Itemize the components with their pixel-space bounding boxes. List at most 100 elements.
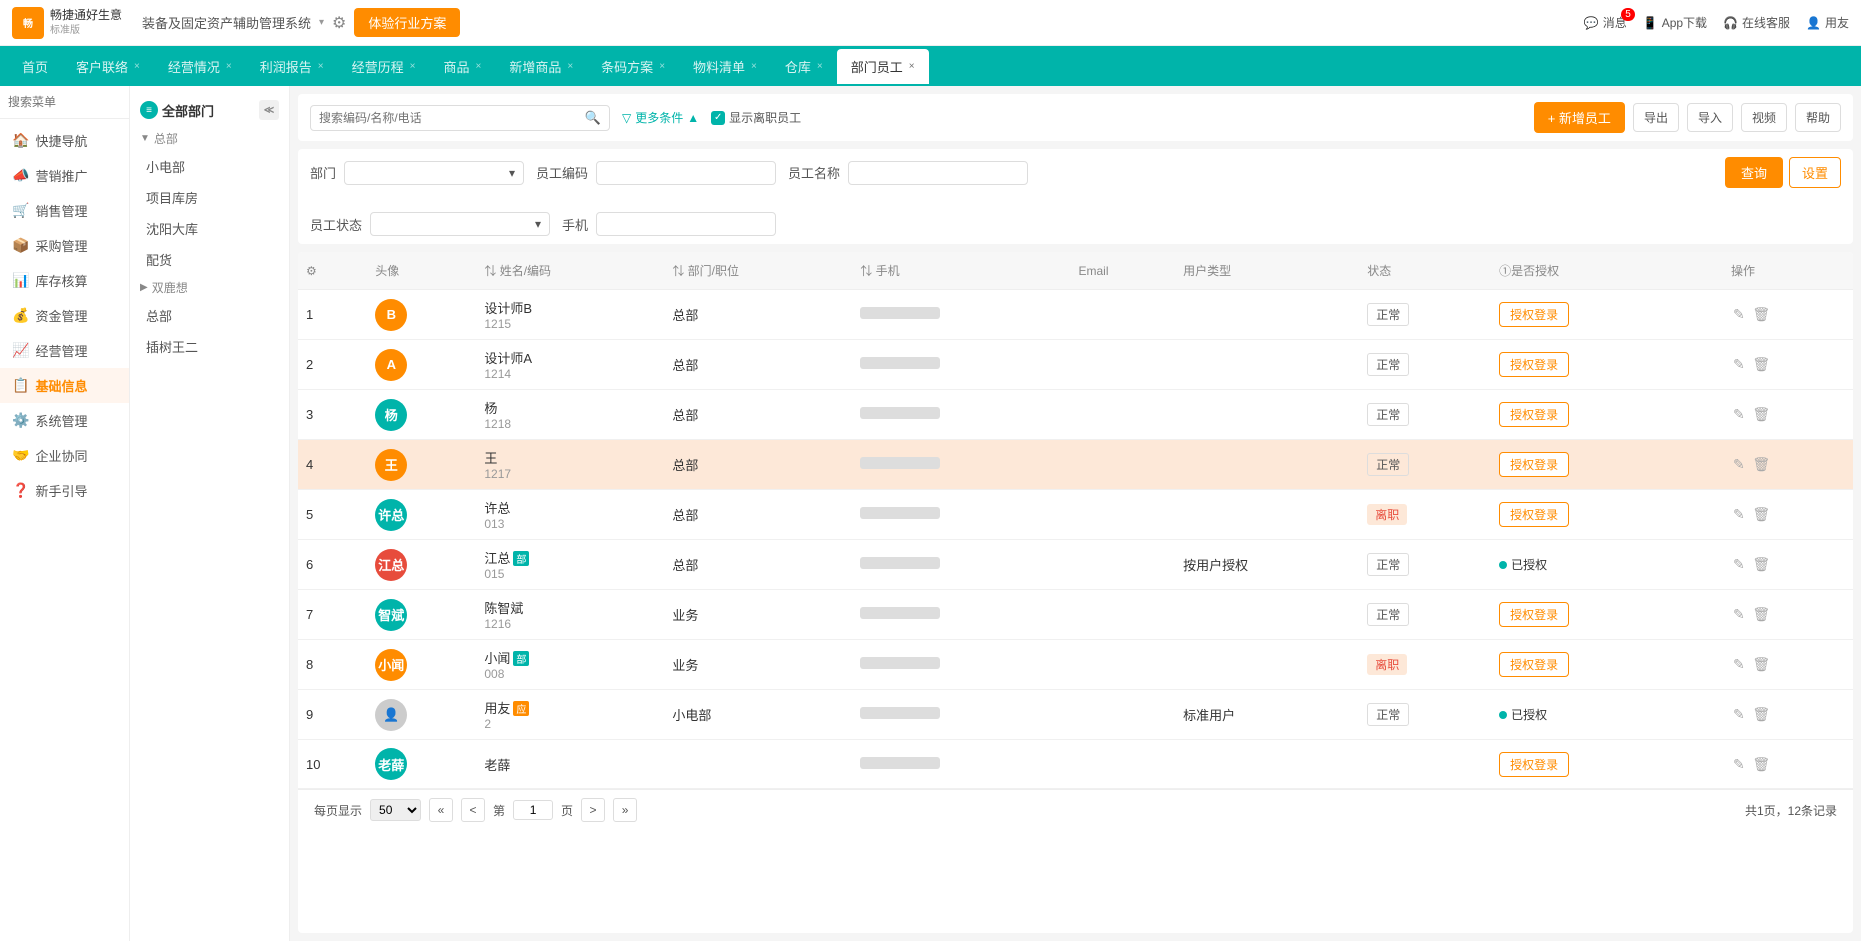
edit-icon[interactable]: ✎ <box>1733 656 1745 672</box>
delete-icon[interactable]: 🗑 <box>1752 456 1770 472</box>
import-btn[interactable]: 导入 <box>1687 103 1733 132</box>
sidebar-item-purchase[interactable]: 📦采购管理 <box>0 228 129 263</box>
authorize-btn[interactable]: 授权登录 <box>1499 452 1569 477</box>
sidebar-search-input[interactable] <box>8 95 130 109</box>
close-tab-icon[interactable]: × <box>410 61 416 72</box>
dept-item-peihuo[interactable]: 配货 <box>130 244 289 275</box>
close-tab-icon[interactable]: × <box>909 61 915 72</box>
set-btn[interactable]: 设置 <box>1789 157 1841 188</box>
col-dept[interactable]: ⇅ 部门/职位 <box>664 252 852 290</box>
edit-icon[interactable]: ✎ <box>1733 756 1745 772</box>
prev-page-btn[interactable]: < <box>461 798 485 822</box>
filter-empname-input[interactable] <box>848 161 1028 185</box>
sidebar-item-guide[interactable]: ❓新手引导 <box>0 473 129 508</box>
filter-dept-select[interactable]: ▾ <box>344 161 524 185</box>
per-page-select[interactable]: 50 20 100 <box>370 799 421 821</box>
authorize-btn[interactable]: 授权登录 <box>1499 402 1569 427</box>
sidebar-item-sales[interactable]: 🛒销售管理 <box>0 193 129 228</box>
col-name[interactable]: ⇅ 姓名/编码 <box>476 252 664 290</box>
close-tab-icon[interactable]: × <box>751 61 757 72</box>
delete-icon[interactable]: 🗑 <box>1752 656 1770 672</box>
delete-icon[interactable]: 🗑 <box>1752 756 1770 772</box>
query-btn[interactable]: 查询 <box>1725 157 1783 188</box>
edit-icon[interactable]: ✎ <box>1733 506 1745 522</box>
sidebar-item-system[interactable]: ⚙️系统管理 <box>0 403 129 438</box>
more-conditions-btn[interactable]: ▽ 更多条件 ▲ <box>622 109 699 126</box>
delete-icon[interactable]: 🗑 <box>1752 556 1770 572</box>
filter-phone-input[interactable] <box>596 212 776 236</box>
dept-item-chashu[interactable]: 插树王二 <box>130 331 289 362</box>
col-phone[interactable]: ⇅ 手机 <box>852 252 1070 290</box>
dept-item-zongbu[interactable]: 总部 <box>130 300 289 331</box>
dept-item-xiangmukufang[interactable]: 项目库房 <box>130 182 289 213</box>
delete-icon[interactable]: 🗑 <box>1752 606 1770 622</box>
filter-status-select[interactable]: ▾ <box>370 212 550 236</box>
edit-icon[interactable]: ✎ <box>1733 306 1745 322</box>
close-tab-icon[interactable]: × <box>475 61 481 72</box>
navtab-0[interactable]: 首页 <box>8 49 62 84</box>
help-btn[interactable]: 帮助 <box>1795 103 1841 132</box>
try-btn[interactable]: 体验行业方案 <box>354 8 460 37</box>
edit-icon[interactable]: ✎ <box>1733 456 1745 472</box>
app-download-btn[interactable]: 📱 App下载 <box>1643 14 1707 31</box>
page-input[interactable] <box>513 800 553 820</box>
user-btn[interactable]: 👤 用友 <box>1806 14 1849 31</box>
view-btn[interactable]: 视频 <box>1741 103 1787 132</box>
close-tab-icon[interactable]: × <box>567 61 573 72</box>
navtab-1[interactable]: 客户联络× <box>62 49 154 84</box>
authorize-btn[interactable]: 授权登录 <box>1499 502 1569 527</box>
dept-item-xiaodibu[interactable]: 小电部 <box>130 151 289 182</box>
online-service-btn[interactable]: 🎧 在线客服 <box>1723 14 1790 31</box>
first-page-btn[interactable]: « <box>429 798 453 822</box>
navtab-10[interactable]: 部门员工× <box>837 49 929 84</box>
navtab-9[interactable]: 仓库× <box>771 49 837 84</box>
navtab-5[interactable]: 商品× <box>429 49 495 84</box>
export-btn[interactable]: 导出 <box>1633 103 1679 132</box>
close-tab-icon[interactable]: × <box>318 61 324 72</box>
authorize-btn[interactable]: 授权登录 <box>1499 652 1569 677</box>
navtab-4[interactable]: 经营历程× <box>338 49 430 84</box>
edit-icon[interactable]: ✎ <box>1733 606 1745 622</box>
close-tab-icon[interactable]: × <box>226 61 232 72</box>
col-settings[interactable]: ⚙ <box>298 252 367 290</box>
authorize-btn[interactable]: 授权登录 <box>1499 352 1569 377</box>
delete-icon[interactable]: 🗑 <box>1752 306 1770 322</box>
navtab-8[interactable]: 物料清单× <box>679 49 771 84</box>
delete-icon[interactable]: 🗑 <box>1752 356 1770 372</box>
title-dropdown-arrow[interactable]: ▾ <box>319 17 324 28</box>
show-resign-toggle[interactable]: ✓ 显示离职员工 <box>711 109 801 126</box>
sidebar-item-basic[interactable]: 📋基础信息 <box>0 368 129 403</box>
sidebar-item-quick-nav[interactable]: 🏠快捷导航 <box>0 123 129 158</box>
navtab-7[interactable]: 条码方案× <box>587 49 679 84</box>
sidebar-item-stock[interactable]: 📊库存核算 <box>0 263 129 298</box>
sidebar-item-finance[interactable]: 💰资金管理 <box>0 298 129 333</box>
navtab-2[interactable]: 经营情况× <box>154 49 246 84</box>
filter-empcode-input[interactable] <box>596 161 776 185</box>
message-btn[interactable]: 💬 消息 5 <box>1584 14 1627 31</box>
search-input[interactable] <box>319 111 581 125</box>
navtab-3[interactable]: 利润报告× <box>246 49 338 84</box>
sidebar-item-marketing[interactable]: 📣营销推广 <box>0 158 129 193</box>
edit-icon[interactable]: ✎ <box>1733 406 1745 422</box>
delete-icon[interactable]: 🗑 <box>1752 706 1770 722</box>
authorize-btn[interactable]: 授权登录 <box>1499 752 1569 777</box>
delete-icon[interactable]: 🗑 <box>1752 406 1770 422</box>
navtab-6[interactable]: 新增商品× <box>495 49 587 84</box>
close-tab-icon[interactable]: × <box>134 61 140 72</box>
next-page-btn[interactable]: > <box>581 798 605 822</box>
dept-item-shenyangdaku[interactable]: 沈阳大库 <box>130 213 289 244</box>
dept-collapse-btn[interactable]: ≪ <box>259 100 279 120</box>
delete-icon[interactable]: 🗑 <box>1752 506 1770 522</box>
close-tab-icon[interactable]: × <box>659 61 665 72</box>
gear-icon[interactable]: ⚙ <box>332 13 346 33</box>
authorize-btn[interactable]: 授权登录 <box>1499 602 1569 627</box>
sidebar-item-operation[interactable]: 📈经营管理 <box>0 333 129 368</box>
sidebar-item-collab[interactable]: 🤝企业协同 <box>0 438 129 473</box>
close-tab-icon[interactable]: × <box>817 61 823 72</box>
authorize-btn[interactable]: 授权登录 <box>1499 302 1569 327</box>
edit-icon[interactable]: ✎ <box>1733 706 1745 722</box>
add-employee-btn[interactable]: + 新增员工 <box>1534 102 1625 133</box>
last-page-btn[interactable]: » <box>613 798 637 822</box>
edit-icon[interactable]: ✎ <box>1733 356 1745 372</box>
edit-icon[interactable]: ✎ <box>1733 556 1745 572</box>
